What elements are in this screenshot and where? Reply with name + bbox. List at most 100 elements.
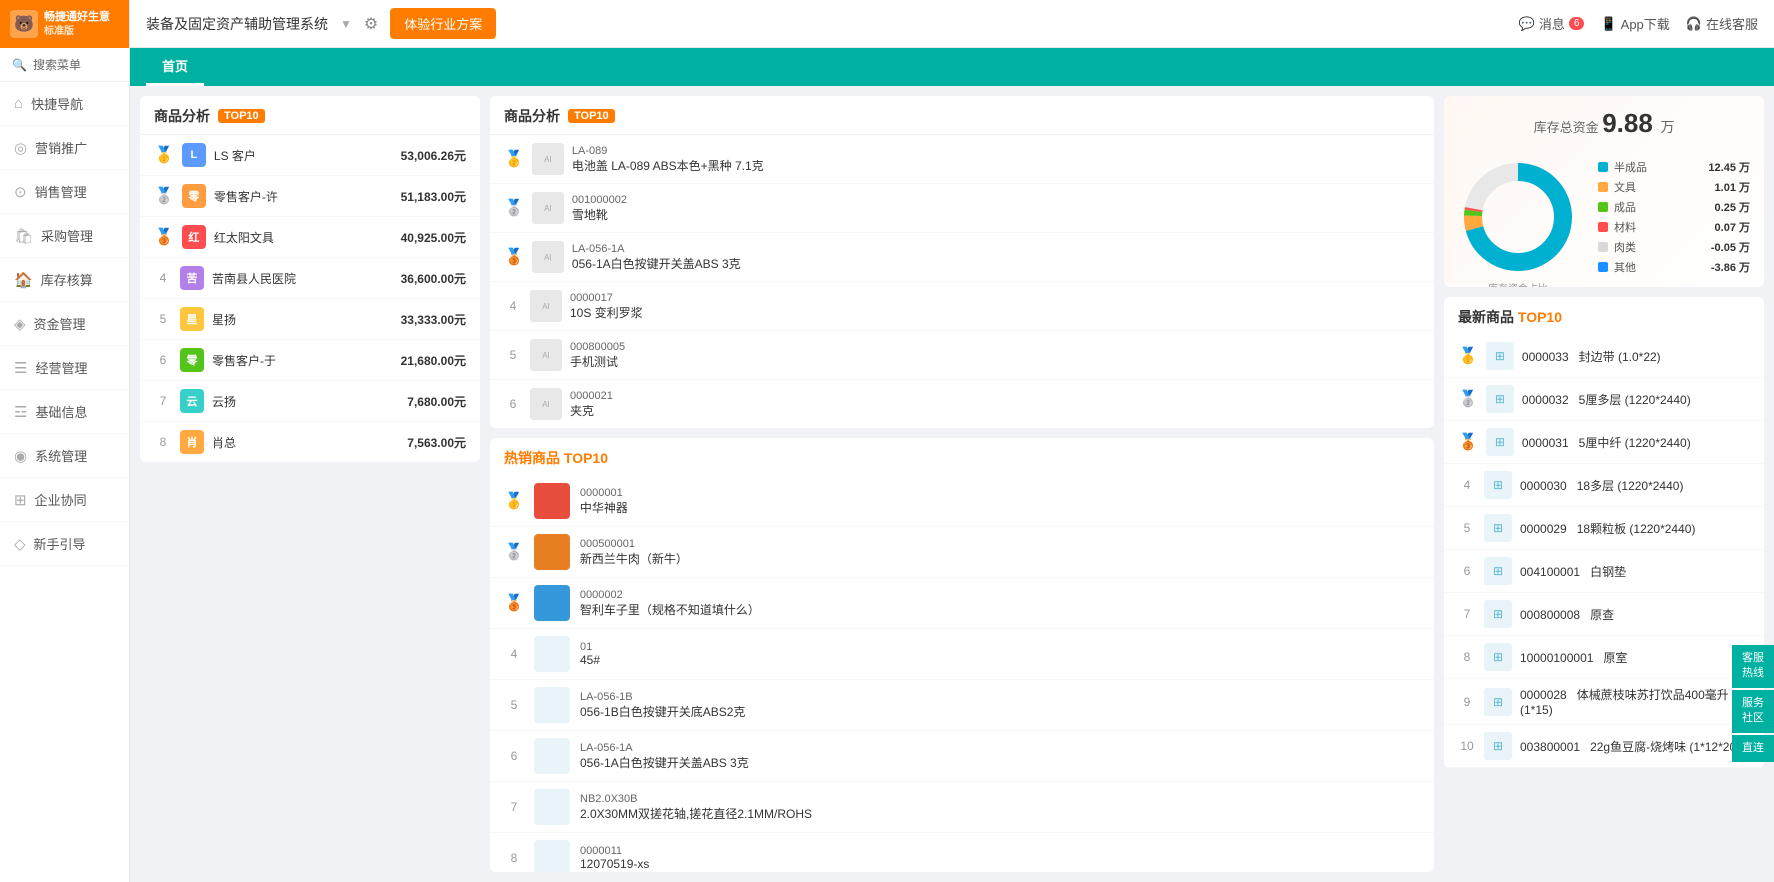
rank-number: 5 — [1458, 521, 1476, 535]
customer-service-button[interactable]: 客服 热线 — [1732, 645, 1774, 688]
service-community-button[interactable]: 服务 社区 — [1732, 690, 1774, 733]
search-menu[interactable]: 🔍 搜索菜单 — [0, 48, 129, 82]
hot-product-code: LA-056-1A — [580, 742, 1420, 754]
product-code: 001000002 — [572, 194, 1420, 206]
newest-product-name: 004100001 白钢垫 — [1520, 563, 1750, 580]
customer-name: 零售客户-许 — [214, 188, 393, 205]
app-download-button[interactable]: 📱 App下载 — [1600, 14, 1669, 33]
sidebar-item-guide[interactable]: ◇ 新手引导 — [0, 522, 129, 566]
legend-color-dot — [1598, 202, 1608, 212]
customer-value: 33,333.00元 — [401, 311, 466, 328]
customer-list-item[interactable]: 🥈 零 零售客户-许 51,183.00元 — [140, 176, 480, 217]
legend-name: 文具 — [1614, 179, 1709, 195]
dropdown-arrow-icon[interactable]: ▼ — [340, 17, 352, 31]
customer-name: 红太阳文具 — [214, 229, 393, 246]
newest-product-item[interactable]: 7 ⊞ 000800008 原查 — [1444, 593, 1764, 636]
sidebar-item-enterprise[interactable]: ⊞ 企业协同 — [0, 478, 129, 522]
legend-name: 肉类 — [1614, 239, 1705, 255]
legend-item: 材料 0.07 万 — [1598, 217, 1750, 237]
avatar: 红 — [182, 225, 206, 249]
product-sales-item[interactable]: 6 AI 0000021 夹克 — [490, 380, 1434, 428]
message-button[interactable]: 💬 消息 6 — [1519, 14, 1585, 33]
newest-product-thumbnail: ⊞ — [1486, 428, 1514, 456]
try-plan-button[interactable]: 体验行业方案 — [390, 8, 496, 39]
hot-product-item[interactable]: 🥈 000500001 新西兰牛肉（新牛） — [490, 527, 1434, 578]
sidebar-item-operation[interactable]: ☰ 经营管理 — [0, 346, 129, 390]
tab-home[interactable]: 首页 — [146, 48, 204, 86]
product-info: 0000021 夹克 — [570, 390, 1420, 419]
direct-button[interactable]: 直连 — [1732, 735, 1774, 762]
sidebar-item-sales[interactable]: ⊙ 销售管理 — [0, 170, 129, 214]
newest-product-item[interactable]: 🥇 ⊞ 0000033 封边带 (1.0*22) — [1444, 335, 1764, 378]
hot-product-item[interactable]: 5 LA-056-1B 056-1B白色按键开关底ABS2克 — [490, 680, 1434, 731]
inventory-legend: 半成品 12.45 万 文具 1.01 万 成品 0.25 万 材料 0.07 … — [1598, 157, 1750, 277]
avatar: L — [182, 143, 206, 167]
rank-number: 4 — [1458, 478, 1476, 492]
online-service-button[interactable]: 🎧 在线客服 — [1686, 14, 1758, 33]
customer-value: 36,600.00元 — [401, 270, 466, 287]
customer-list-item[interactable]: 7 云 云扬 7,680.00元 — [140, 381, 480, 422]
legend-value: 1.01 万 — [1715, 179, 1750, 195]
customer-list-item[interactable]: 4 苦 苦南县人民医院 36,600.00元 — [140, 258, 480, 299]
product-thumbnail: AI — [530, 388, 562, 420]
customer-top10-card: 商品分析 TOP10 🥇 L LS 客户 53,006.26元 🥈 零 零售客户… — [140, 96, 480, 462]
newest-product-item[interactable]: 5 ⊞ 0000029 18颗粒板 (1220*2440) — [1444, 507, 1764, 550]
medal-icon: 🥈 — [154, 186, 174, 206]
newest-product-item[interactable]: 4 ⊞ 0000030 18多层 (1220*2440) — [1444, 464, 1764, 507]
customer-list-item[interactable]: 5 星 星扬 33,333.00元 — [140, 299, 480, 340]
rank-number: 4 — [154, 271, 172, 285]
avatar: 星 — [180, 307, 204, 331]
customer-list-item[interactable]: 🥇 L LS 客户 53,006.26元 — [140, 135, 480, 176]
product-code: 000800005 — [570, 341, 1420, 353]
product-sales-item[interactable]: 🥉 AI LA-056-1A 056-1A白色按键开关盖ABS 3克 — [490, 233, 1434, 282]
newest-product-name: 003800001 22g鱼豆腐-烧烤味 (1*12*20) — [1520, 738, 1750, 755]
sidebar-item-basic[interactable]: ☲ 基础信息 — [0, 390, 129, 434]
newest-product-item[interactable]: 🥉 ⊞ 0000031 5厘中纤 (1220*2440) — [1444, 421, 1764, 464]
sidebar-item-marketing[interactable]: ◎ 营销推广 — [0, 126, 129, 170]
product-sales-header: 商品分析 TOP10 — [490, 96, 1434, 135]
hot-product-item[interactable]: 8 0000011 12070519-xs — [490, 833, 1434, 872]
hot-product-name: 2.0X30MM双搓花轴,搓花直径2.1MM/ROHS — [580, 805, 1420, 822]
newest-product-item[interactable]: 8 ⊞ 10000100001 原室 — [1444, 636, 1764, 679]
newest-product-thumbnail: ⊞ — [1484, 514, 1512, 542]
product-sales-item[interactable]: 🥇 AI LA-089 电池盖 LA-089 ABS本色+黑种 7.1克 — [490, 135, 1434, 184]
sidebar-item-finance[interactable]: ◈ 资金管理 — [0, 302, 129, 346]
product-code: 0000017 — [570, 292, 1420, 304]
newest-product-name: 0000033 封边带 (1.0*22) — [1522, 348, 1750, 365]
hot-products-header: 热销商品 TOP10 — [490, 438, 1434, 476]
hot-product-thumbnail — [534, 585, 570, 621]
headset-icon: 🎧 — [1686, 16, 1702, 32]
logo-text: 畅捷通好生意 标准版 — [44, 10, 110, 37]
hot-product-item[interactable]: 6 LA-056-1A 056-1A白色按键开关盖ABS 3克 — [490, 731, 1434, 782]
product-name: 电池盖 LA-089 ABS本色+黑种 7.1克 — [572, 157, 1420, 174]
product-icon: ⊞ — [1493, 650, 1503, 664]
hot-product-info: 0000001 中华神器 — [580, 487, 1420, 516]
sidebar-item-purchase[interactable]: 🛍 采购管理 — [0, 214, 129, 258]
product-sales-card: 商品分析 TOP10 🥇 AI LA-089 电池盖 LA-089 ABS本色+… — [490, 96, 1434, 428]
newest-product-item[interactable]: 6 ⊞ 004100001 白钢垫 — [1444, 550, 1764, 593]
sidebar-item-inventory[interactable]: 🏠 库存核算 — [0, 258, 129, 302]
customer-list-item[interactable]: 6 零 零售客户-于 21,680.00元 — [140, 340, 480, 381]
customer-list-item[interactable]: 8 肖 肖总 7,563.00元 — [140, 422, 480, 462]
hot-product-info: LA-056-1A 056-1A白色按键开关盖ABS 3克 — [580, 742, 1420, 771]
hot-product-item[interactable]: 4 01 45# — [490, 629, 1434, 680]
newest-product-thumbnail: ⊞ — [1484, 732, 1512, 760]
product-sales-item[interactable]: 🥈 AI 001000002 雪地靴 — [490, 184, 1434, 233]
newest-product-item[interactable]: 10 ⊞ 003800001 22g鱼豆腐-烧烤味 (1*12*20) — [1444, 725, 1764, 768]
avatar: 肖 — [180, 430, 204, 454]
product-sales-item[interactable]: 4 AI 0000017 10S 变利罗浆 — [490, 282, 1434, 331]
customer-name: 星扬 — [212, 311, 393, 328]
sidebar-item-quick-nav[interactable]: ⌂ 快捷导航 — [0, 82, 129, 126]
customer-list-item[interactable]: 🥉 红 红太阳文具 40,925.00元 — [140, 217, 480, 258]
avatar: 零 — [182, 184, 206, 208]
newest-product-item[interactable]: 🥈 ⊞ 0000032 5厘多层 (1220*2440) — [1444, 378, 1764, 421]
newest-product-item[interactable]: 9 ⊞ 0000028 体械蔗枝味苏打饮品400毫升 (1*15) — [1444, 679, 1764, 725]
settings-icon[interactable]: ⚙ — [364, 14, 378, 34]
hot-product-item[interactable]: 7 NB2.0X30B 2.0X30MM双搓花轴,搓花直径2.1MM/ROHS — [490, 782, 1434, 833]
inventory-chart-area: 库存资金占比 半成品 12.45 万 文具 1.01 万 成品 0.25 万 材… — [1444, 147, 1764, 287]
product-name: 10S 变利罗浆 — [570, 304, 1420, 321]
hot-product-item[interactable]: 🥉 0000002 智利车子里（规格不知道填什么） — [490, 578, 1434, 629]
hot-product-item[interactable]: 🥇 0000001 中华神器 — [490, 476, 1434, 527]
product-sales-item[interactable]: 5 AI 000800005 手机测试 — [490, 331, 1434, 380]
sidebar-item-system[interactable]: ◉ 系统管理 — [0, 434, 129, 478]
